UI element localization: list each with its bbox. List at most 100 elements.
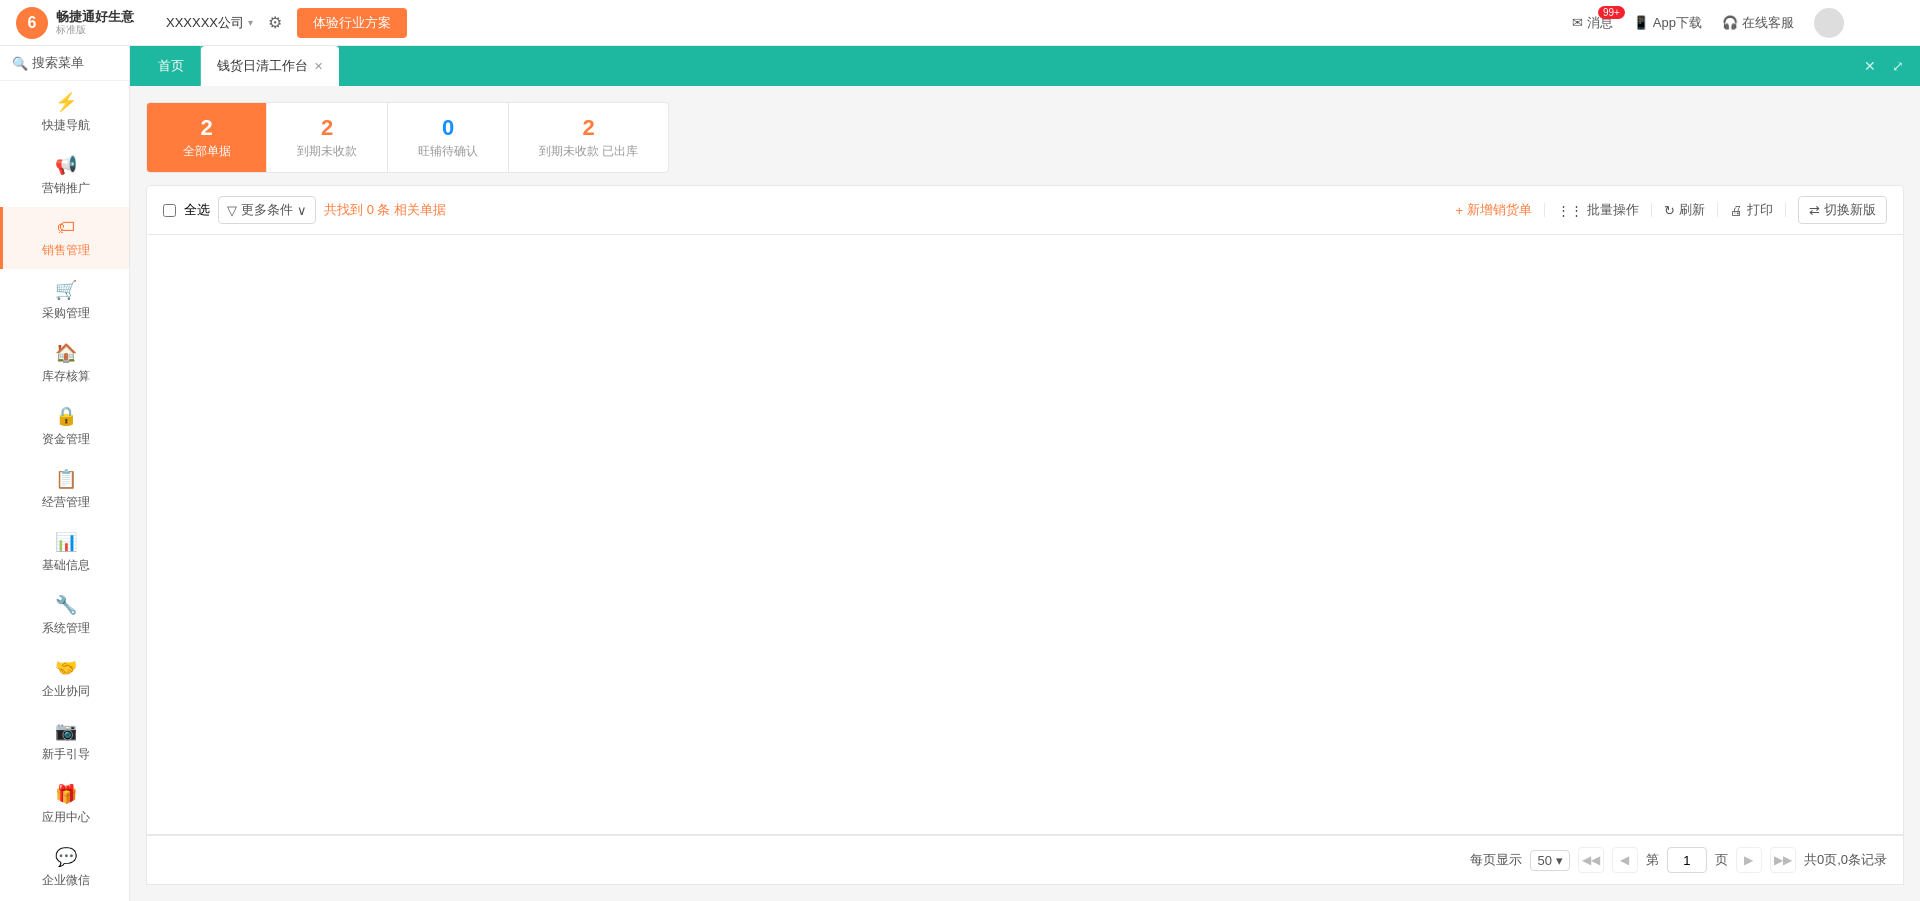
message-item[interactable]: ✉ 消息 99+ — [1572, 14, 1613, 32]
sidebar-item-sales[interactable]: 🏷 销售管理 — [0, 207, 129, 269]
more-filters-button[interactable]: ▽ 更多条件 ∨ — [218, 196, 316, 224]
page-size-chevron: ▾ — [1556, 853, 1563, 868]
next-page-button[interactable]: ▶ — [1736, 847, 1762, 873]
settings-icon[interactable]: ⚙ — [261, 9, 289, 37]
message-icon: ✉ — [1572, 15, 1583, 30]
tab-cash-desk[interactable]: 钱货日清工作台 ✕ — [201, 46, 339, 86]
headset-icon: 🎧 — [1722, 15, 1738, 30]
divider4 — [1785, 203, 1786, 217]
header-center: XXXXXX公司 ▾ ⚙ 体验行业方案 — [146, 8, 1572, 38]
system-icon: 🔧 — [55, 594, 77, 616]
tab-home[interactable]: 首页 — [142, 46, 201, 86]
sidebar-item-label: 企业微信 — [42, 872, 90, 889]
stat-tab-pending[interactable]: 0 旺辅待确认 — [388, 103, 509, 172]
company-name: XXXXXX公司 — [166, 14, 244, 32]
tab-home-label: 首页 — [158, 57, 184, 75]
add-order-label: 新增销货单 — [1467, 201, 1532, 219]
add-icon: + — [1455, 203, 1463, 218]
stat-all-label: 全部单据 — [177, 143, 236, 160]
print-button[interactable]: 🖨 打印 — [1730, 201, 1773, 219]
sidebar-item-purchase[interactable]: 🛒 采购管理 — [0, 269, 129, 332]
sidebar-item-label: 销售管理 — [42, 242, 90, 259]
sidebar-item-system[interactable]: 🔧 系统管理 — [0, 584, 129, 647]
tab-expand-icon[interactable]: ⤢ — [1888, 54, 1908, 78]
sidebar-item-quick-nav[interactable]: ⚡ 快捷导航 — [0, 81, 129, 144]
tab-bar: 首页 钱货日清工作台 ✕ ✕ ⤢ — [130, 46, 1920, 86]
sidebar-item-marketing[interactable]: 📢 营销推广 — [0, 144, 129, 207]
online-service-label: 在线客服 — [1742, 14, 1794, 32]
found-prefix: 共找到 — [324, 202, 363, 217]
tab-close-icon[interactable]: ✕ — [314, 60, 323, 73]
prev-page-button[interactable]: ◀ — [1612, 847, 1638, 873]
avatar[interactable] — [1814, 8, 1844, 38]
switch-version-button[interactable]: ⇄ 切换新版 — [1798, 196, 1887, 224]
online-service-item[interactable]: 🎧 在线客服 — [1722, 14, 1794, 32]
page-size-select[interactable]: 50 ▾ — [1530, 850, 1569, 871]
found-suffix: 相关单据 — [394, 202, 446, 217]
lightning-icon: ⚡ — [55, 91, 77, 113]
first-page-button[interactable]: ◀◀ — [1578, 847, 1604, 873]
page-label: 第 — [1646, 851, 1659, 869]
sidebar-item-cooperation[interactable]: 🤝 企业协同 — [0, 647, 129, 710]
table-section: 全选 ▽ 更多条件 ∨ 共找到 0 条 相关单据 — [146, 185, 1904, 885]
app-center-icon: 🎁 — [55, 783, 77, 805]
toolbar: 全选 ▽ 更多条件 ∨ 共找到 0 条 相关单据 — [146, 185, 1904, 235]
sidebar-item-label: 应用中心 — [42, 809, 90, 826]
sidebar-item-guide[interactable]: 📷 新手引导 — [0, 710, 129, 773]
stat-tab-shipped[interactable]: 2 到期未收款 已出库 — [509, 103, 668, 172]
stat-shipped-label: 到期未收款 已出库 — [539, 143, 638, 160]
operations-icon: 📋 — [55, 468, 77, 490]
sidebar-item-label: 营销推广 — [42, 180, 90, 197]
logo-text: 畅捷通好生意 标准版 — [56, 9, 134, 37]
sidebar-item-label: 经营管理 — [42, 494, 90, 511]
search-icon: 🔍 — [12, 56, 28, 71]
stat-pending-label: 旺辅待确认 — [418, 143, 478, 160]
stat-pending-num: 0 — [418, 115, 478, 141]
batch-icon: ⋮⋮ — [1557, 203, 1583, 218]
toolbar-left: 全选 ▽ 更多条件 ∨ 共找到 0 条 相关单据 — [163, 196, 1443, 224]
switch-icon: ⇄ — [1809, 203, 1820, 218]
main-layout: 🔍 搜索菜单 ⚡ 快捷导航 📢 营销推广 🏷 销售管理 🛒 采购管理 🏠 库存核… — [0, 46, 1920, 901]
tab-cash-desk-label: 钱货日清工作台 — [217, 57, 308, 75]
sidebar-item-label: 系统管理 — [42, 620, 90, 637]
sidebar-item-operations[interactable]: 📋 经营管理 — [0, 458, 129, 521]
stat-all-num: 2 — [177, 115, 236, 141]
logo-area: 6 畅捷通好生意 标准版 — [16, 7, 146, 39]
chevron-filter-icon: ∨ — [297, 203, 307, 218]
sidebar-item-inventory[interactable]: 🏠 库存核算 — [0, 332, 129, 395]
sidebar-item-basic[interactable]: 📊 基础信息 — [0, 521, 129, 584]
message-badge: 99+ — [1598, 6, 1625, 19]
page-input[interactable] — [1667, 847, 1707, 873]
add-order-button[interactable]: + 新增销货单 — [1455, 201, 1532, 219]
sidebar-item-funds[interactable]: 🔒 资金管理 — [0, 395, 129, 458]
logo-name: 畅捷通好生意 — [56, 9, 134, 25]
tab-minimize-icon[interactable]: ✕ — [1860, 54, 1880, 78]
last-page-button[interactable]: ▶▶ — [1770, 847, 1796, 873]
stats-tabs: 2 全部单据 2 到期未收款 0 旺辅待确认 2 到期未收款 已出库 — [146, 102, 669, 173]
funds-icon: 🔒 — [55, 405, 77, 427]
app-download-label: App下载 — [1653, 14, 1702, 32]
more-filters-label: 更多条件 — [241, 201, 293, 219]
stat-tab-all[interactable]: 2 全部单据 — [147, 103, 267, 172]
top-header: 6 畅捷通好生意 标准版 XXXXXX公司 ▾ ⚙ 体验行业方案 ✉ 消息 99… — [0, 0, 1920, 46]
stat-tab-overdue[interactable]: 2 到期未收款 — [267, 103, 388, 172]
page-unit: 页 — [1715, 851, 1728, 869]
found-count: 0 — [367, 202, 374, 217]
guide-icon: 📷 — [55, 720, 77, 742]
sidebar-item-label: 库存核算 — [42, 368, 90, 385]
stat-shipped-num: 2 — [539, 115, 638, 141]
app-download-item[interactable]: 📱 App下载 — [1633, 14, 1702, 32]
select-all-checkbox[interactable] — [163, 204, 176, 217]
filter-icon: ▽ — [227, 203, 237, 218]
refresh-button[interactable]: ↻ 刷新 — [1664, 201, 1705, 219]
trial-button[interactable]: 体验行业方案 — [297, 8, 407, 38]
batch-operation-button[interactable]: ⋮⋮ 批量操作 — [1557, 201, 1639, 219]
sidebar-item-wechat[interactable]: 💬 企业微信 — [0, 836, 129, 899]
sidebar-item-app-center[interactable]: 🎁 应用中心 — [0, 773, 129, 836]
search-menu[interactable]: 🔍 搜索菜单 — [0, 46, 129, 81]
company-selector[interactable]: XXXXXX公司 ▾ — [166, 14, 253, 32]
basic-icon: 📊 — [55, 531, 77, 553]
divider2 — [1651, 203, 1652, 217]
pagination: 每页显示 50 ▾ ◀◀ ◀ 第 页 ▶ ▶▶ 共0页,0条记录 — [146, 835, 1904, 885]
table-area — [146, 235, 1904, 835]
